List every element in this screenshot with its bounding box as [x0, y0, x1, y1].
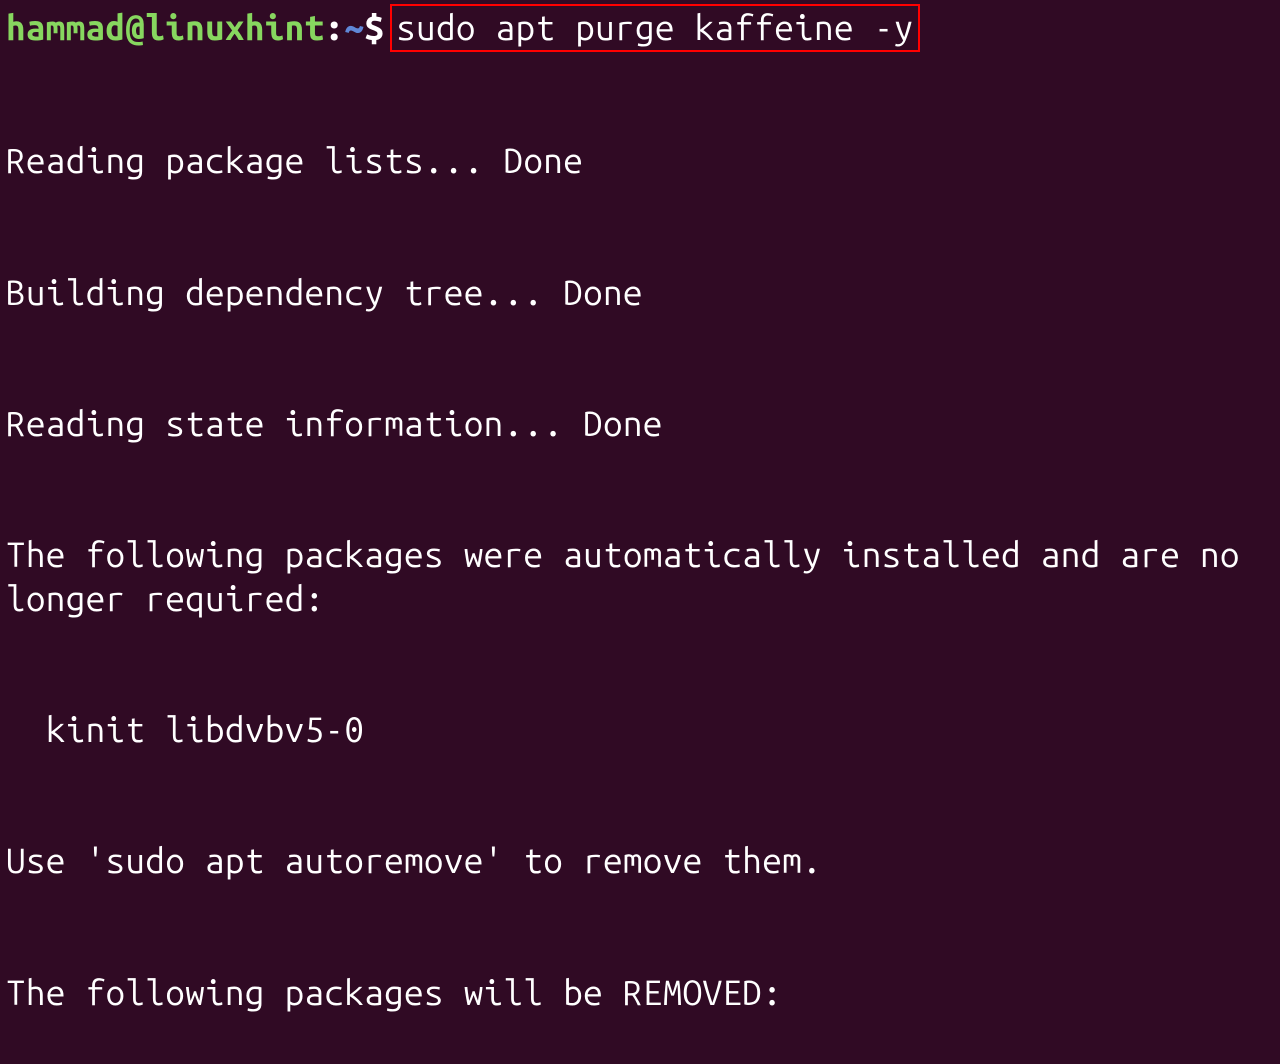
- output-line: Use 'sudo apt autoremove' to remove them…: [6, 839, 1274, 883]
- prompt-colon: :: [324, 7, 344, 47]
- output-line: The following packages were automaticall…: [6, 533, 1274, 621]
- output-line: kinit libdvbv5-0: [6, 708, 1274, 752]
- output-line: Reading package lists... Done: [6, 139, 1274, 183]
- output-line: The following packages will be REMOVED:: [6, 971, 1274, 1015]
- prompt-user: hammad: [6, 7, 125, 47]
- terminal-output: Reading package lists... Done Building d…: [6, 52, 1274, 1064]
- prompt-host: linuxhint: [145, 7, 324, 47]
- prompt-line: hammad@linuxhint:~$sudo apt purge kaffei…: [6, 4, 1274, 52]
- prompt-path: ~: [344, 7, 364, 47]
- output-line: Building dependency tree... Done: [6, 271, 1274, 315]
- output-line: Reading state information... Done: [6, 402, 1274, 446]
- command-text[interactable]: sudo apt purge kaffeine -y: [390, 4, 919, 52]
- prompt-dollar: $: [364, 7, 384, 47]
- prompt-at: @: [125, 7, 145, 47]
